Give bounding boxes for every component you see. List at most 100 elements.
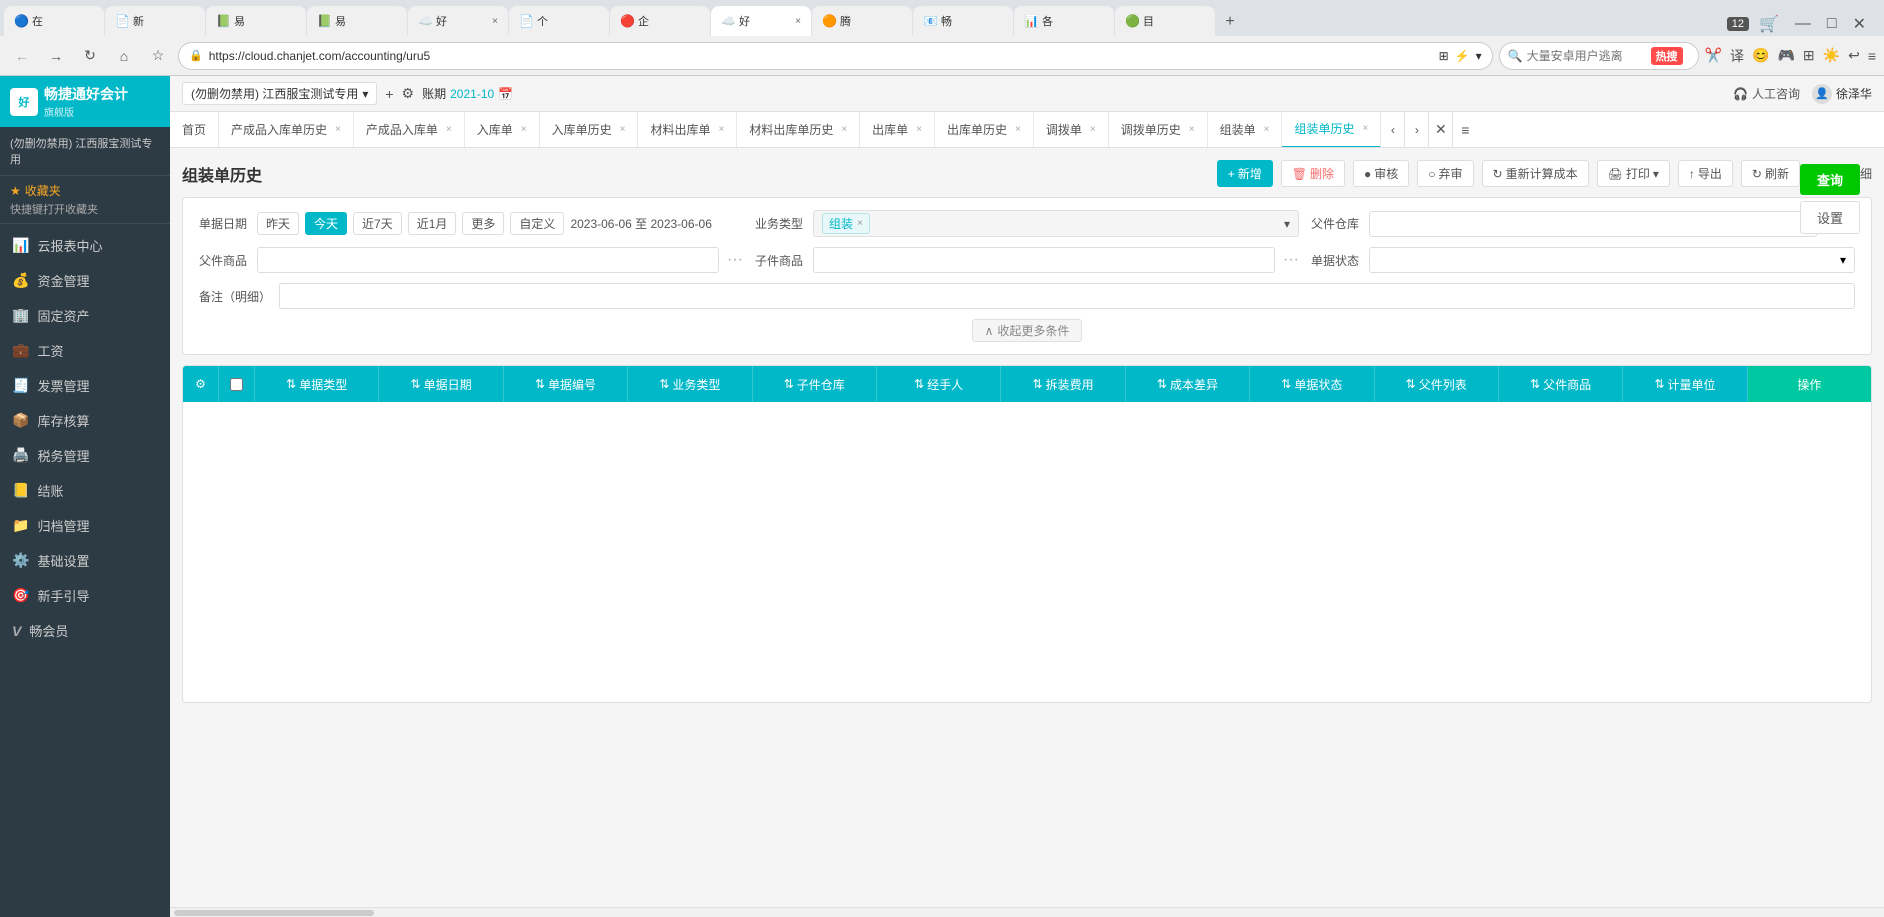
sidebar-company[interactable]: (勿删勿禁用) 江西服宝测试专用 [0,127,170,176]
table-col-unit[interactable]: ⇅ 计量单位 [1623,366,1747,402]
collapse-button[interactable]: ∧ 收起更多条件 [972,319,1083,342]
delete-button[interactable]: 🗑 删除 [1281,160,1345,187]
tab-11[interactable]: 📊 各 [1014,6,1114,36]
query-button[interactable]: 查询 [1800,164,1860,195]
tab-5[interactable]: ☁️ 好 × [408,6,508,36]
nav-tab-in-order[interactable]: 入库单 × [465,112,540,148]
parent-warehouse-input[interactable] [1369,211,1817,237]
sidebar-item-invoice[interactable]: 🧾 发票管理 [0,368,170,403]
new-tab-button[interactable]: + [1216,8,1244,36]
settings-gear-icon[interactable]: ⚙ [402,85,415,102]
settings-query-button[interactable]: 设置 [1800,201,1860,234]
nav-tab-out-order[interactable]: 出库单 × [860,112,935,148]
sidebar-item-reports[interactable]: 📊 云报表中心 [0,228,170,263]
minimize-button[interactable]: — [1789,13,1817,35]
add-company-button[interactable]: + [385,86,393,102]
tabs-scroll-right[interactable]: › [1405,112,1429,148]
tab-6[interactable]: 📄 个 [509,6,609,36]
search-input[interactable] [1527,49,1647,63]
nav-tab-material-out-history[interactable]: 材料出库单历史 × [737,112,860,148]
address-chevron-icon[interactable]: ▾ [1476,49,1482,63]
nav-tab-production-in-history[interactable]: 产成品入库单历史 × [219,112,354,148]
sidebar-item-guide[interactable]: 🎯 新手引导 [0,578,170,613]
more-btn[interactable]: 更多 [462,212,504,235]
today-btn[interactable]: 今天 [305,212,347,235]
service-button[interactable]: 🎧 人工咨询 [1733,85,1800,102]
address-grid-icon[interactable]: ⊞ [1439,49,1449,63]
user-info[interactable]: 👤 徐泽华 [1812,84,1872,104]
tab-close-5[interactable]: × [492,16,498,27]
nav-tab-home[interactable]: 首页 [170,112,219,148]
business-type-dropdown[interactable]: ▾ [1284,217,1290,231]
tab-1[interactable]: 🔵 在 [4,6,104,36]
1month-btn[interactable]: 近1月 [408,212,457,235]
table-col-handler[interactable]: ⇅ 经手人 [877,366,1001,402]
nav-tab-out-order-history[interactable]: 出库单历史 × [935,112,1034,148]
tab-10[interactable]: 📧 畅 [913,6,1013,36]
nav-tab-in-order-history[interactable]: 入库单历史 × [540,112,639,148]
parent-goods-input[interactable] [257,247,719,273]
table-col-cost-diff[interactable]: ⇅ 成本差异 [1126,366,1250,402]
nav-tab-in-order-history-close[interactable]: × [620,124,626,135]
tab-9[interactable]: 🟠 腾 [812,6,912,36]
yesterday-btn[interactable]: 昨天 [257,212,299,235]
sidebar-item-archive[interactable]: 📁 归档管理 [0,508,170,543]
table-col-parent-list[interactable]: ⇅ 父件列表 [1375,366,1499,402]
parent-goods-dots[interactable]: ··· [727,251,743,269]
refresh-button[interactable]: ↻ 刷新 [1741,160,1800,187]
tab-4[interactable]: 📗 易 [307,6,407,36]
table-col-bill-no[interactable]: ⇅ 单据编号 [504,366,628,402]
nav-tab-out-order-history-close[interactable]: × [1015,124,1021,135]
table-col-bill-date[interactable]: ⇅ 单据日期 [379,366,503,402]
calendar-icon[interactable]: 📅 [498,87,513,101]
add-button[interactable]: + + 新增 新增 [1217,160,1273,187]
business-type-filter[interactable]: 组装 × ▾ [813,210,1299,237]
sidebar-item-closing[interactable]: 📒 结账 [0,473,170,508]
address-lightning-icon[interactable]: ⚡ [1455,49,1470,63]
assembly-tag-close[interactable]: × [857,218,863,229]
table-col-select-all[interactable] [219,366,255,402]
table-col-bill-status[interactable]: ⇅ 单据状态 [1250,366,1374,402]
table-col-settings[interactable]: ⚙ [183,366,219,402]
brightness-icon[interactable]: ☀️ [1823,47,1840,64]
export-button[interactable]: ↑ 导出 [1678,160,1733,187]
child-goods-dots[interactable]: ··· [1283,251,1299,269]
maximize-button[interactable]: □ [1821,13,1843,35]
table-col-parent-goods[interactable]: ⇅ 父件商品 [1499,366,1623,402]
undo-icon[interactable]: ↩ [1848,47,1860,64]
tab-7[interactable]: 🔴 企 [610,6,710,36]
reload-button[interactable]: ↻ [76,42,104,70]
tabs-menu[interactable]: ≡ [1453,112,1477,148]
bill-status-select[interactable]: ▾ [1369,247,1855,273]
nav-tab-transfer-history-close[interactable]: × [1189,124,1195,135]
nav-tab-in-order-close[interactable]: × [521,124,527,135]
nav-tab-assembly[interactable]: 组装单 × [1208,112,1283,148]
nav-tab-transfer-close[interactable]: × [1090,124,1096,135]
home-button[interactable]: ⌂ [110,42,138,70]
print-button[interactable]: 🖨 打印 ▾ [1597,160,1670,187]
select-all-checkbox[interactable] [230,378,243,391]
nav-tab-transfer-history[interactable]: 调拨单历史 × [1109,112,1208,148]
table-col-child-warehouse[interactable]: ⇅ 子件仓库 [753,366,877,402]
horizontal-scrollbar[interactable] [170,907,1884,917]
address-bar[interactable]: 🔒 https://cloud.chanjet.com/accounting/u… [178,42,1493,70]
search-bar[interactable]: 🔍 热搜 [1499,42,1699,70]
scissors-icon[interactable]: ✂️ [1705,47,1722,64]
table-col-disassembly-fee[interactable]: ⇅ 拆装费用 [1001,366,1125,402]
nav-tab-production-in[interactable]: 产成品入库单 × [354,112,465,148]
close-button[interactable]: ✕ [1847,12,1872,36]
nav-tab-material-out-close[interactable]: × [718,124,724,135]
tab-3[interactable]: 📗 易 [206,6,306,36]
cart-icon[interactable]: 🛒 [1753,12,1785,36]
sidebar-favorites[interactable]: ★ 收藏夹 快捷键打开收藏夹 [0,176,170,224]
emoji-icon[interactable]: 😊 [1752,47,1769,64]
tab-2[interactable]: 📄 新 [105,6,205,36]
7days-btn[interactable]: 近7天 [353,212,402,235]
nav-tab-material-out-history-close[interactable]: × [841,124,847,135]
tab-8[interactable]: ☁️ 好 × [711,6,811,36]
tab-close-8[interactable]: × [795,16,801,27]
note-input[interactable] [279,283,1855,309]
sidebar-item-fixed-assets[interactable]: 🏢 固定资产 [0,298,170,333]
nav-tab-production-in-history-close[interactable]: × [335,124,341,135]
back-button[interactable]: ← [8,42,36,70]
